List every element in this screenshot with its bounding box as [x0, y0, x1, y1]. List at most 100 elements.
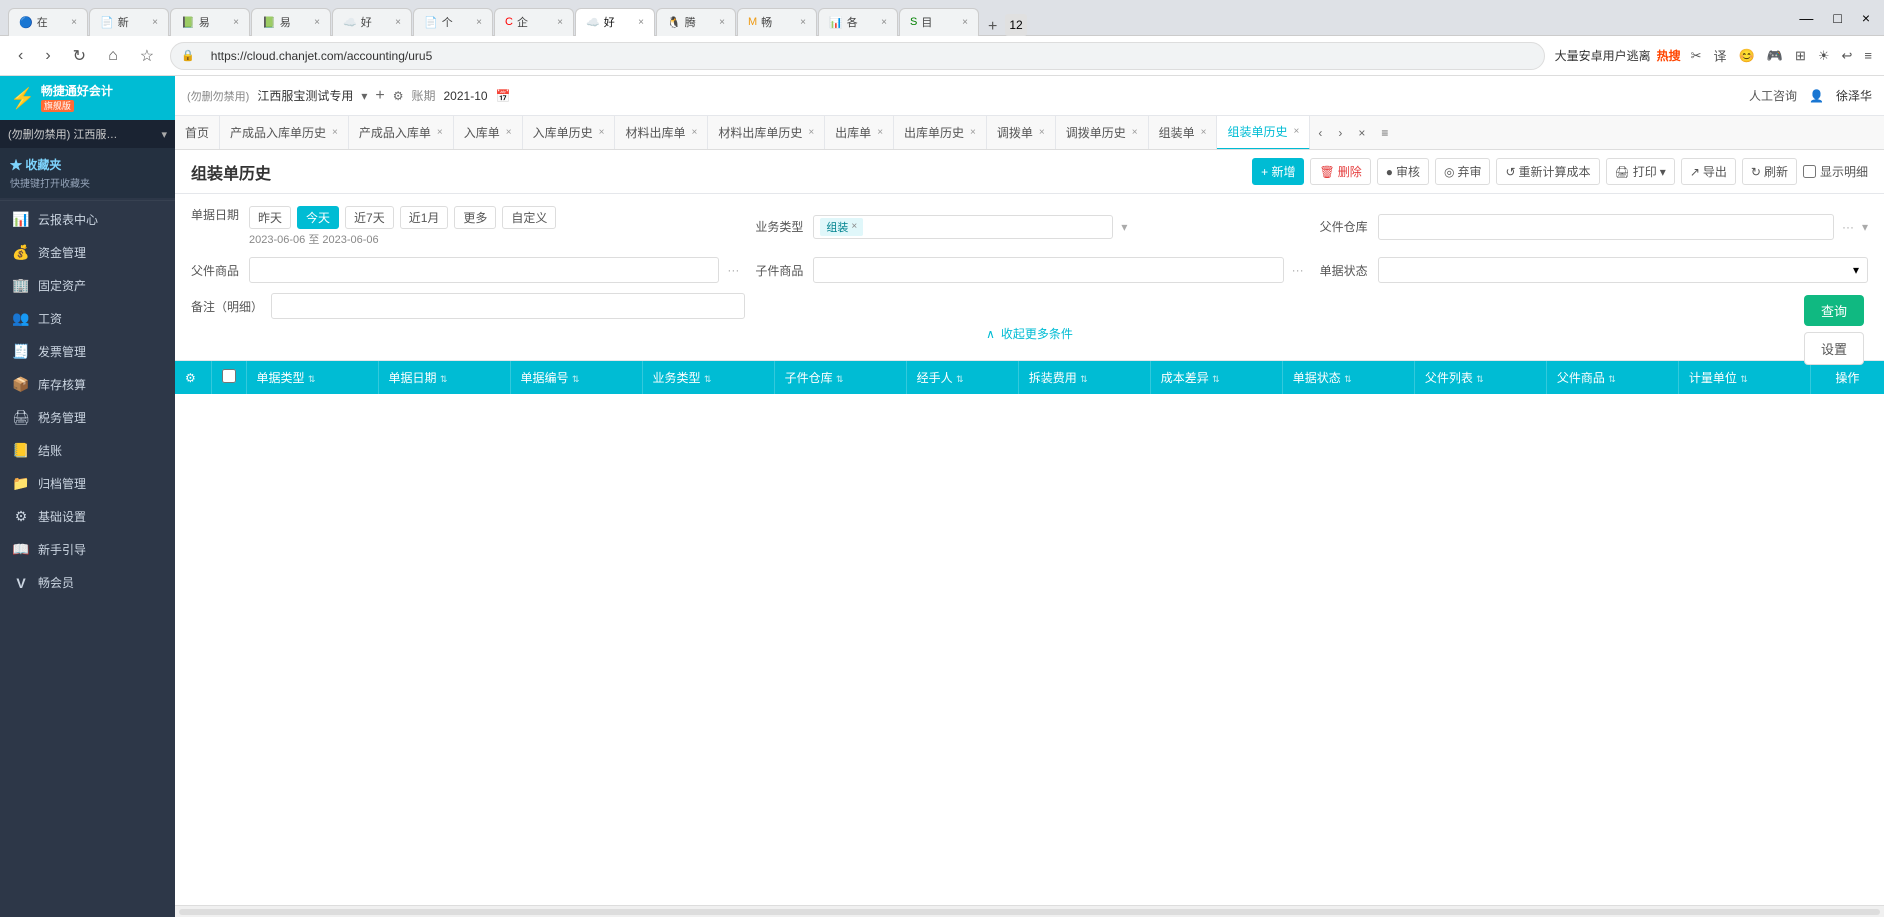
close-tab-material-out[interactable]: ×: [691, 127, 697, 138]
close-tab-assembly[interactable]: ×: [1201, 127, 1207, 138]
th-cost-diff[interactable]: 成本差异 ⇅: [1150, 361, 1282, 394]
th-checkbox[interactable]: [211, 361, 246, 394]
print-dropdown-icon[interactable]: ▾: [1660, 165, 1666, 179]
th-doc-date[interactable]: 单据日期 ⇅: [378, 361, 510, 394]
bookmark-btn[interactable]: ☆: [134, 44, 160, 68]
sun-icon[interactable]: ☀: [1818, 48, 1830, 64]
emoji-icon[interactable]: 😊: [1739, 48, 1755, 64]
tab-9[interactable]: M畅×: [737, 8, 817, 36]
sidebar-item-inventory[interactable]: 📦 库存核算: [0, 368, 175, 401]
refresh-btn[interactable]: ↻ 刷新: [1742, 158, 1797, 185]
th-doc-status[interactable]: 单据状态 ⇅: [1282, 361, 1414, 394]
sidebar-item-tax[interactable]: 🖨 税务管理: [0, 401, 175, 434]
home-btn[interactable]: ⌂: [102, 45, 124, 67]
forward-btn[interactable]: ›: [39, 45, 56, 67]
tab-count[interactable]: 12: [1005, 14, 1026, 36]
column-settings-icon[interactable]: ⚙: [185, 371, 196, 385]
biz-type-filter[interactable]: 组装 ×: [813, 215, 1113, 239]
maximize-btn[interactable]: □: [1827, 8, 1847, 28]
nav-tab-outbound[interactable]: 出库单 ×: [825, 116, 894, 150]
close-tab-finished-history[interactable]: ×: [332, 127, 338, 138]
sidebar-item-payroll[interactable]: 👥 工资: [0, 302, 175, 335]
child-goods-input[interactable]: [813, 257, 1283, 283]
nav-tab-transfer[interactable]: 调拨单 ×: [987, 116, 1056, 150]
1month-btn[interactable]: 近1月: [400, 206, 449, 229]
tabs-left-arrow[interactable]: ‹: [1310, 126, 1330, 140]
collapse-bar[interactable]: ∧ 收起更多条件: [191, 319, 1868, 348]
th-settings[interactable]: ⚙: [175, 361, 211, 394]
nav-tab-material-out[interactable]: 材料出库单 ×: [615, 116, 708, 150]
sidebar-item-funds[interactable]: 💰 资金管理: [0, 236, 175, 269]
display-detail-checkbox[interactable]: 显示明细: [1803, 163, 1868, 180]
scissors-icon[interactable]: ✂: [1691, 48, 1702, 64]
close-tab-outbound-history[interactable]: ×: [970, 127, 976, 138]
minimize-btn[interactable]: —: [1793, 8, 1819, 28]
close-tab-transfer-history[interactable]: ×: [1132, 127, 1138, 138]
remove-biz-type-tag[interactable]: ×: [851, 221, 857, 232]
close-tab-finished[interactable]: ×: [437, 127, 443, 138]
7days-btn[interactable]: 近7天: [345, 206, 394, 229]
today-btn[interactable]: 今天: [297, 206, 339, 229]
tab-0[interactable]: 🔵在×: [8, 8, 88, 36]
company-selector[interactable]: (勿删勿禁用) 江西服宝测试专用 ▾: [0, 120, 175, 148]
close-tab-assembly-history[interactable]: ×: [1293, 126, 1299, 137]
tab-8[interactable]: 🐧腾×: [656, 8, 736, 36]
parent-goods-input[interactable]: [249, 257, 719, 283]
favorites-sub[interactable]: 快捷键打开收藏夹: [10, 175, 165, 190]
biz-type-dropdown[interactable]: ▾: [1121, 220, 1127, 234]
nav-tab-transfer-history[interactable]: 调拨单历史 ×: [1056, 116, 1149, 150]
back-btn[interactable]: ‹: [12, 45, 29, 67]
new-tab-btn[interactable]: +: [980, 18, 1005, 36]
nav-tab-finished-history[interactable]: 产成品入库单历史 ×: [220, 116, 349, 150]
export-btn[interactable]: ↗ 导出: [1681, 158, 1736, 185]
username[interactable]: 徐泽华: [1836, 87, 1872, 104]
nav-tab-assembly-history[interactable]: 组装单历史 ×: [1217, 116, 1310, 150]
tab-3[interactable]: 📗易×: [251, 8, 331, 36]
notes-input[interactable]: [271, 293, 745, 319]
close-tab-outbound[interactable]: ×: [877, 127, 883, 138]
grid-icon[interactable]: ⊞: [1795, 48, 1806, 64]
scrollbar-area[interactable]: [175, 905, 1884, 917]
sidebar-item-settings[interactable]: ⚙ 基础设置: [0, 500, 175, 533]
tab-11[interactable]: S目×: [899, 8, 979, 36]
nav-tab-outbound-history[interactable]: 出库单历史 ×: [894, 116, 987, 150]
th-doc-type[interactable]: 单据类型 ⇅: [246, 361, 378, 394]
display-detail-input[interactable]: [1803, 165, 1816, 178]
url-input[interactable]: [199, 42, 1534, 70]
game-icon[interactable]: 🎮: [1767, 48, 1783, 64]
translate-icon[interactable]: 译: [1714, 46, 1727, 65]
nav-tab-inbound[interactable]: 入库单 ×: [454, 116, 523, 150]
tab-1[interactable]: 📄新×: [89, 8, 169, 36]
calendar-icon[interactable]: 📅: [496, 89, 511, 103]
delete-btn[interactable]: 🗑 删除: [1310, 158, 1370, 185]
sidebar-item-settlement[interactable]: 📒 结账: [0, 434, 175, 467]
tab-6[interactable]: C企×: [494, 8, 574, 36]
menu-icon[interactable]: ≡: [1864, 48, 1872, 63]
sidebar-item-reports[interactable]: 📊 云报表中心: [0, 203, 175, 236]
tab-7[interactable]: ☁️好×: [575, 8, 655, 36]
add-btn[interactable]: + 新增: [1252, 158, 1304, 185]
th-handler[interactable]: 经手人 ⇅: [906, 361, 1018, 394]
tab-5[interactable]: 📄个×: [413, 8, 493, 36]
th-unit[interactable]: 计量单位 ⇅: [1678, 361, 1810, 394]
refresh-browser-btn[interactable]: ↻: [67, 44, 92, 68]
settings-gear-icon[interactable]: ⚙: [393, 89, 404, 103]
th-parent-goods[interactable]: 父件商品 ⇅: [1546, 361, 1678, 394]
company-dropdown-icon[interactable]: ▾: [361, 89, 367, 103]
th-parent-list[interactable]: 父件列表 ⇅: [1414, 361, 1546, 394]
parent-warehouse-dropdown[interactable]: ▾: [1862, 220, 1868, 234]
yesterday-btn[interactable]: 昨天: [249, 206, 291, 229]
sidebar-item-guide[interactable]: 📖 新手引导: [0, 533, 175, 566]
status-input[interactable]: ▾: [1378, 257, 1868, 283]
custom-date-btn[interactable]: 自定义: [502, 206, 556, 229]
th-disassemble-fee[interactable]: 拆装费用 ⇅: [1018, 361, 1150, 394]
user-avatar[interactable]: 👤: [1809, 89, 1824, 103]
sidebar-item-invoice[interactable]: 🧾 发票管理: [0, 335, 175, 368]
close-btn[interactable]: ×: [1856, 8, 1876, 28]
query-btn[interactable]: 查询: [1804, 295, 1864, 326]
audit-btn[interactable]: ● 审核: [1377, 158, 1429, 185]
tab-4[interactable]: ☁️好×: [332, 8, 412, 36]
abandon-btn[interactable]: ◎ 弃审: [1435, 158, 1491, 185]
sidebar-item-assets[interactable]: 🏢 固定资产: [0, 269, 175, 302]
parent-goods-more[interactable]: ···: [727, 263, 739, 277]
